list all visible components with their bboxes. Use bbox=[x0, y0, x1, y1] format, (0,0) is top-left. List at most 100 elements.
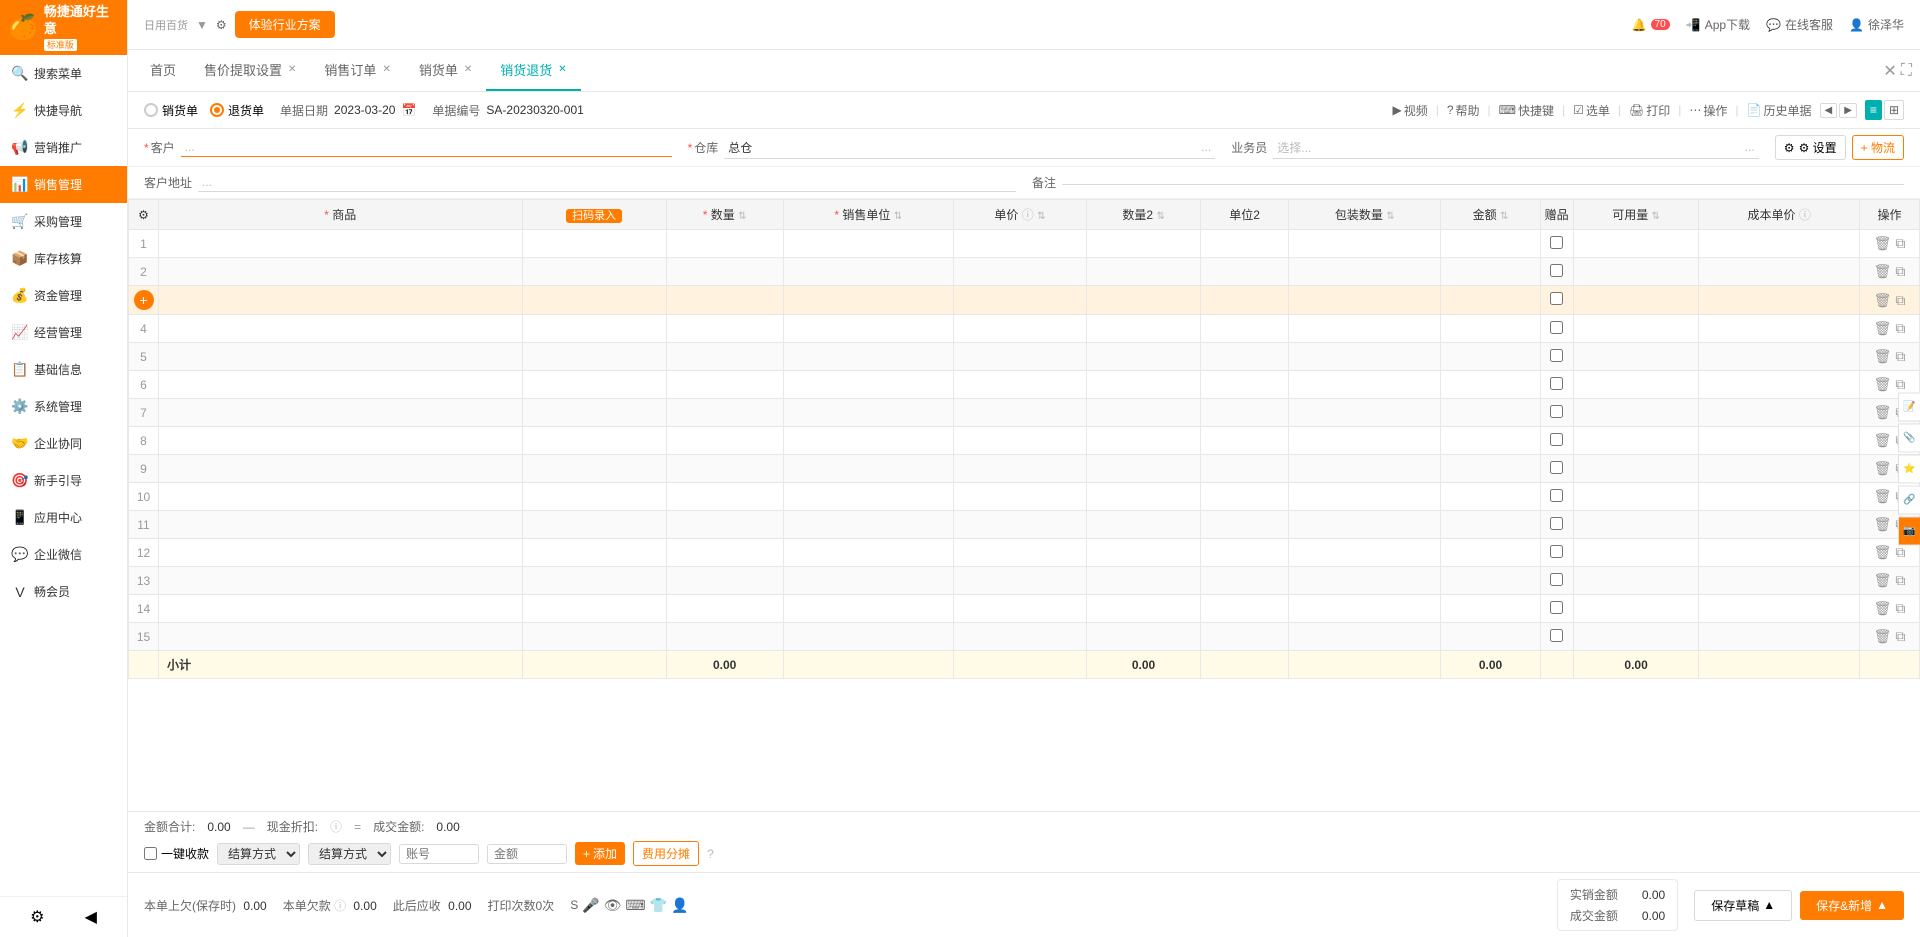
delete-icon[interactable]: 🗑 bbox=[1874, 488, 1892, 505]
tab-sale-order[interactable]: 销售订单 ✕ bbox=[310, 50, 404, 91]
tab-close-sale-delivery[interactable]: ✕ bbox=[464, 64, 472, 75]
amount-sort-icon[interactable]: ⇅ bbox=[1500, 211, 1508, 222]
sidebar-item-inventory[interactable]: 📦 库存核算 bbox=[0, 240, 127, 277]
operate-btn[interactable]: ⋯ 操作 bbox=[1689, 102, 1727, 119]
tab-sale-delivery[interactable]: 销货单 ✕ bbox=[405, 50, 486, 91]
sougou-icon[interactable]: S bbox=[570, 898, 578, 912]
account-input[interactable] bbox=[399, 844, 479, 864]
tab-close-all[interactable]: ✕ bbox=[1883, 61, 1896, 81]
video-btn[interactable]: ▶ 视频 bbox=[1392, 102, 1427, 119]
qty-sort-icon[interactable]: ⇅ bbox=[738, 211, 746, 222]
tab-sale-return[interactable]: 销货退货 ✕ bbox=[486, 50, 580, 91]
notes-btn[interactable]: 📝 bbox=[1898, 392, 1920, 421]
one-click-checkbox[interactable] bbox=[144, 847, 157, 860]
copy-icon[interactable]: ⧉ bbox=[1895, 348, 1905, 365]
delete-icon[interactable]: 🗑 bbox=[1874, 292, 1892, 309]
tab-home[interactable]: 首页 bbox=[136, 50, 190, 91]
sidebar-item-search[interactable]: 🔍 搜索菜单 bbox=[0, 55, 127, 92]
unit-sort-icon[interactable]: ⇅ bbox=[894, 211, 902, 222]
next-btn[interactable]: ▶ bbox=[1839, 103, 1857, 118]
tab-close-sale-order[interactable]: ✕ bbox=[382, 64, 390, 75]
link-btn[interactable]: 🔗 bbox=[1898, 485, 1920, 514]
sidebar-item-marketing[interactable]: 📢 营销推广 bbox=[0, 129, 127, 166]
price-sort-icon[interactable]: ⇅ bbox=[1037, 211, 1045, 222]
address-input[interactable]: ... bbox=[198, 173, 1016, 192]
delete-icon[interactable]: 🗑 bbox=[1874, 404, 1892, 421]
account-select[interactable]: 结算方式 bbox=[308, 843, 391, 865]
copy-icon[interactable]: ⧉ bbox=[1895, 600, 1905, 617]
shortcut-btn[interactable]: ⌨ 快捷键 bbox=[1499, 102, 1554, 119]
fee-help-icon[interactable]: ? bbox=[707, 847, 714, 861]
print-btn[interactable]: 🖨 打印 bbox=[1629, 102, 1670, 119]
attachment-btn[interactable]: 📎 bbox=[1898, 423, 1920, 452]
cost-info-icon[interactable]: ⓘ bbox=[1799, 208, 1811, 222]
delete-icon[interactable]: 🗑 bbox=[1874, 320, 1892, 337]
keyboard-icon2[interactable]: ⌨ bbox=[625, 897, 645, 914]
list-view-btn[interactable]: ≡ bbox=[1865, 100, 1882, 120]
status-1-info[interactable]: ⓘ bbox=[334, 899, 346, 913]
copy-icon[interactable]: ⧉ bbox=[1895, 376, 1905, 393]
delete-icon[interactable]: 🗑 bbox=[1874, 432, 1892, 449]
delete-icon[interactable]: 🗑 bbox=[1874, 348, 1892, 365]
unit-price-info-icon[interactable]: ⓘ bbox=[1022, 208, 1034, 222]
copy-icon[interactable]: ⧉ bbox=[1895, 263, 1905, 280]
grid-view-btn[interactable]: ⊞ bbox=[1884, 100, 1904, 120]
sidebar-item-system[interactable]: ⚙️ 系统管理 bbox=[0, 388, 127, 425]
sidebar-collapse-icon[interactable]: ◀ bbox=[85, 907, 97, 927]
column-settings-icon[interactable]: ⚙ bbox=[138, 208, 149, 222]
sidebar-settings-icon[interactable]: ⚙ bbox=[30, 907, 44, 927]
cash-discount-info-icon[interactable]: ⓘ bbox=[330, 818, 342, 835]
sidebar-item-sales[interactable]: 📊 销售管理 bbox=[0, 166, 127, 203]
qty2-sort-icon[interactable]: ⇅ bbox=[1156, 211, 1164, 222]
delete-icon[interactable]: 🗑 bbox=[1874, 376, 1892, 393]
copy-icon[interactable]: ⧉ bbox=[1895, 628, 1905, 645]
row-product[interactable] bbox=[159, 230, 523, 258]
th-scan[interactable]: 扫码录入 bbox=[522, 200, 666, 230]
delete-icon[interactable]: 🗑 bbox=[1874, 516, 1892, 533]
customer-input[interactable]: ... bbox=[181, 138, 672, 157]
user-btn[interactable]: 👤 徐泽华 bbox=[1849, 16, 1904, 33]
star-btn[interactable]: ⭐ bbox=[1898, 454, 1920, 483]
dropdown-icon[interactable]: ▼ bbox=[196, 18, 208, 32]
mic-icon[interactable]: 🎤 bbox=[582, 897, 599, 914]
copy-icon[interactable]: ⧉ bbox=[1895, 292, 1905, 309]
qr-btn[interactable]: 📷 bbox=[1898, 516, 1920, 545]
copy-icon[interactable]: ⧉ bbox=[1895, 572, 1905, 589]
select-btn[interactable]: ☑ 选单 bbox=[1573, 102, 1610, 119]
settings-icon[interactable]: ⚙ bbox=[216, 18, 227, 32]
copy-icon[interactable]: ⧉ bbox=[1895, 544, 1905, 561]
add-logistics-btn[interactable]: + 物流 bbox=[1852, 135, 1904, 160]
copy-icon[interactable]: ⧉ bbox=[1895, 235, 1905, 252]
delete-icon[interactable]: 🗑 bbox=[1874, 235, 1892, 252]
available-sort-icon[interactable]: ⇅ bbox=[1652, 211, 1660, 222]
salesperson-input[interactable]: 选择... ... bbox=[1273, 137, 1759, 159]
radio-return[interactable]: 退货单 bbox=[210, 102, 264, 119]
copy-icon[interactable]: ⧉ bbox=[1895, 320, 1905, 337]
delete-icon[interactable]: 🗑 bbox=[1874, 263, 1892, 280]
eye-icon[interactable]: 👁 bbox=[604, 897, 622, 914]
tab-sale-price[interactable]: 售价提取设置 ✕ bbox=[190, 50, 310, 91]
save-draft-btn[interactable]: 保存草稿 ▲ bbox=[1694, 890, 1792, 921]
sidebar-item-guide[interactable]: 🎯 新手引导 bbox=[0, 462, 127, 499]
fee-split-btn[interactable]: 费用分摊 bbox=[633, 841, 699, 866]
one-click-payment[interactable]: 一键收款 bbox=[144, 845, 209, 862]
online-service-btn[interactable]: 💬 在线客服 bbox=[1766, 16, 1833, 33]
sidebar-item-enterprise[interactable]: 🤝 企业协同 bbox=[0, 425, 127, 462]
form-settings-btn[interactable]: ⚙ ⚙ 设置 bbox=[1775, 135, 1846, 160]
sidebar-item-enterprise-wechat[interactable]: 💬 企业微信 bbox=[0, 536, 127, 573]
prev-btn[interactable]: ◀ bbox=[1820, 103, 1838, 118]
settle-method-select[interactable]: 结算方式 bbox=[217, 843, 300, 865]
tab-maximize[interactable]: ⛶ bbox=[1901, 62, 1912, 80]
radio-sale[interactable]: 销货单 bbox=[144, 102, 198, 119]
sidebar-item-quick-nav[interactable]: ⚡ 快捷导航 bbox=[0, 92, 127, 129]
delete-icon[interactable]: 🗑 bbox=[1874, 628, 1892, 645]
add-row-btn[interactable]: + bbox=[134, 290, 154, 310]
experience-btn[interactable]: 体验行业方案 bbox=[235, 11, 335, 38]
tab-close-sale-price[interactable]: ✕ bbox=[288, 64, 296, 75]
tab-close-sale-return[interactable]: ✕ bbox=[558, 64, 566, 75]
sidebar-item-purchase[interactable]: 🛒 采购管理 bbox=[0, 203, 127, 240]
help-btn[interactable]: ? 帮助 bbox=[1447, 102, 1480, 119]
amount-input[interactable] bbox=[487, 844, 567, 864]
scan-btn[interactable]: 扫码录入 bbox=[566, 209, 622, 223]
pkg-sort-icon[interactable]: ⇅ bbox=[1386, 211, 1394, 222]
